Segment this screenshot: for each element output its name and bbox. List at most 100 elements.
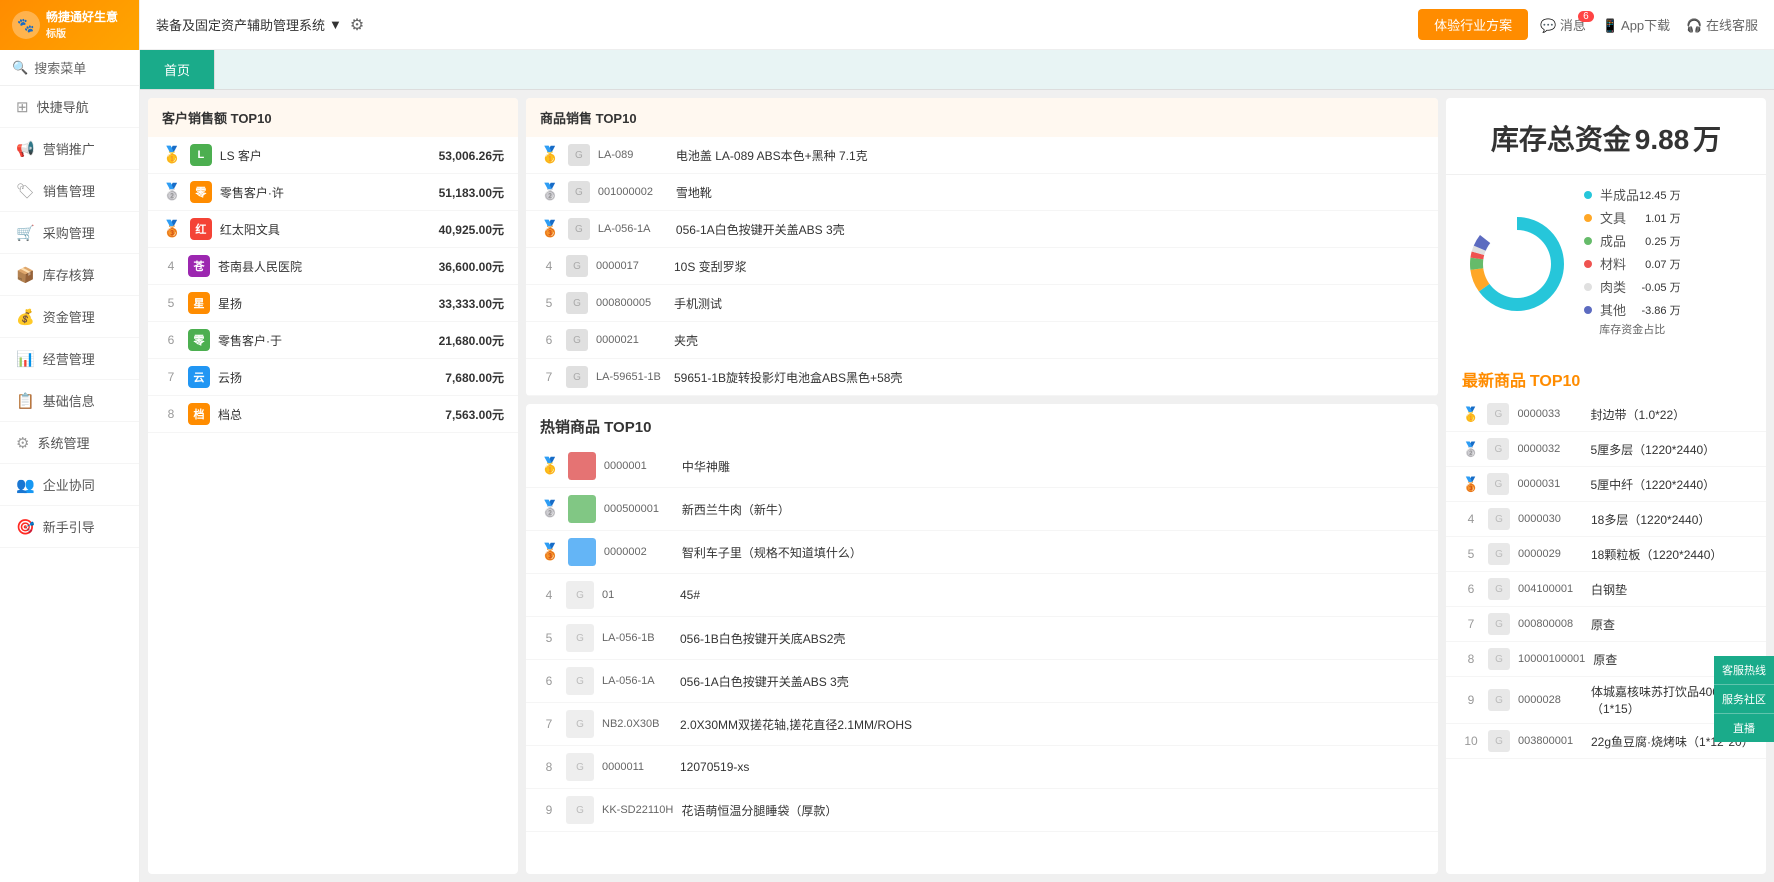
nav-label-8: 系统管理 — [37, 433, 89, 452]
new-prod-code: 10000100001 — [1518, 653, 1585, 665]
tab-home[interactable]: 首页 — [140, 50, 215, 89]
nav-icon-9: 👥 — [16, 476, 35, 494]
legend-text: 肉类 — [1600, 277, 1626, 296]
hot-item: 4 G 01 45# — [526, 574, 1438, 617]
hot-product-code: 01 — [602, 589, 672, 601]
float-btn-1[interactable]: 服务社区 — [1714, 685, 1774, 714]
new-products-top-label: TOP10 — [1530, 373, 1580, 390]
new-prod-name: 原查 — [1591, 616, 1750, 633]
sidebar-item-10[interactable]: 🎯新手引导 — [0, 506, 139, 548]
new-prod-image: G — [1488, 543, 1510, 565]
inventory-value: 9.88 — [1635, 124, 1690, 155]
online-service-label: 在线客服 — [1706, 18, 1758, 33]
product-name: 电池盖 LA-089 ABS本色+黑种 7.1克 — [676, 147, 1424, 164]
rank-num: 5 — [540, 631, 558, 645]
sidebar-item-7[interactable]: 📋基础信息 — [0, 380, 139, 422]
hot-product-code: KK-SD22110H — [602, 804, 673, 816]
ranking-item: 🥉 红 红太阳文具 40,925.00元 — [148, 211, 518, 248]
float-btn-0[interactable]: 客服热线 — [1714, 656, 1774, 685]
medal-icon: 🥇 — [162, 145, 182, 165]
new-prod-rank: 7 — [1462, 617, 1480, 631]
legend-value: 12.45 万 — [1639, 187, 1681, 203]
sidebar-item-8[interactable]: ⚙ 系统管理 — [0, 422, 139, 464]
search-label: 搜索菜单 — [34, 58, 86, 77]
settings-icon[interactable]: ⚙ — [350, 15, 364, 35]
product-code: 000800005 — [596, 297, 666, 309]
sidebar-item-5[interactable]: 💰资金管理 — [0, 296, 139, 338]
inventory-title: 库存总资金 — [1491, 124, 1631, 155]
legend-dot — [1584, 191, 1592, 199]
nav-icon-0: ⊞ — [16, 98, 29, 116]
legend-text: 成品 — [1600, 231, 1626, 250]
customer-badge: 零 — [188, 329, 210, 351]
product-thumbnail: G — [566, 796, 594, 824]
new-prod-name: 5厘中纤（1220*2440） — [1590, 476, 1750, 493]
product-name: 夹壳 — [674, 332, 1424, 349]
product-sales-list: 🥇 G LA-089 电池盖 LA-089 ABS本色+黑种 7.1克 🥈 G … — [526, 137, 1438, 396]
online-service[interactable]: 🎧 在线客服 — [1686, 15, 1758, 34]
medal-icon: 🥈 — [540, 499, 560, 519]
float-btn-2[interactable]: 直播 — [1714, 714, 1774, 742]
ranking-item: 4 苍 苍南县人民医院 36,600.00元 — [148, 248, 518, 285]
sidebar-item-1[interactable]: 📢营销推广 — [0, 128, 139, 170]
sidebar-item-4[interactable]: 📦库存核算 — [0, 254, 139, 296]
nav-icon-8: ⚙ — [16, 434, 29, 452]
sidebar-item-6[interactable]: 📊经营管理 — [0, 338, 139, 380]
legend-item: 其他 -3.86 万 — [1584, 298, 1681, 321]
sidebar-item-0[interactable]: ⊞快捷导航 — [0, 86, 139, 128]
middle-panel: 商品销售 TOP10 🥇 G LA-089 电池盖 LA-089 ABS本色+黑… — [526, 98, 1438, 874]
legend-text: 半成品 — [1600, 185, 1639, 204]
new-prod-name: 5厘多层（1220*2440） — [1590, 441, 1750, 458]
nav-label-9: 企业协同 — [43, 475, 95, 494]
headset-icon: 🎧 — [1686, 18, 1702, 33]
hot-product-name: 056-1A白色按键开关盖ABS 3壳 — [680, 673, 1424, 690]
hot-product-name: 2.0X30MM双搓花轴,搓花直径2.1MM/ROHS — [680, 716, 1424, 733]
search-menu[interactable]: 🔍 搜索菜单 — [0, 50, 139, 86]
nav-icon-4: 📦 — [16, 266, 35, 284]
new-prod-image: G — [1488, 689, 1510, 711]
rank-num: 6 — [540, 674, 558, 688]
new-products-header: 最新商品 TOP10 — [1446, 357, 1766, 397]
logo-icon: 🐾 — [12, 11, 40, 39]
sidebar-item-9[interactable]: 👥 企业协同 — [0, 464, 139, 506]
trial-button[interactable]: 体验行业方案 — [1418, 9, 1528, 40]
customer-ranking-header: 客户销售额 TOP10 — [148, 98, 518, 137]
hot-products-header: 热销商品 TOP10 — [526, 404, 1438, 445]
product-row: 🥇 G LA-089 电池盖 LA-089 ABS本色+黑种 7.1克 — [526, 137, 1438, 174]
product-row: 7 G LA-59651-1B 59651-1B旋转投影灯电池盒ABS黑色+58… — [526, 359, 1438, 396]
message-icon: 💬 — [1540, 18, 1556, 33]
topbar-actions: 💬 消息 6 📱 App下载 🎧 在线客服 — [1540, 15, 1758, 34]
hot-product-name: 12070519-xs — [680, 760, 1424, 774]
sidebar-item-3[interactable]: 🛒采购管理 — [0, 212, 139, 254]
legend-item: 半成品 12.45 万 — [1584, 183, 1681, 206]
content-area: 客户销售额 TOP10 🥇 L LS 客户 53,006.26元 🥈 零 零售客… — [140, 90, 1774, 882]
product-row: 5 G 000800005 手机测试 — [526, 285, 1438, 322]
legend-value: 0.25 万 — [1645, 233, 1680, 249]
new-prod-image: G — [1487, 438, 1509, 460]
chart-area: 半成品 12.45 万 文具 1.01 万 成品 0.25 万 材料 0.07 … — [1446, 175, 1766, 357]
hot-item: 6 G LA-056-1A 056-1A白色按键开关盖ABS 3壳 — [526, 660, 1438, 703]
topbar: 装备及固定资产辅助管理系统 ▼ ⚙ 体验行业方案 💬 消息 6 📱 App下载 … — [140, 0, 1774, 50]
product-thumbnail: G — [566, 624, 594, 652]
app-download[interactable]: 📱 App下载 — [1602, 15, 1670, 34]
new-prod-rank: 5 — [1462, 547, 1480, 561]
hot-product-name: 新西兰牛肉（新牛） — [682, 501, 1424, 518]
message-badge[interactable]: 💬 消息 6 — [1540, 15, 1586, 34]
sidebar-item-2[interactable]: 🏷销售管理 — [0, 170, 139, 212]
new-products-section: 最新商品 TOP10 🥇 G 0000033 封边带（1.0*22） 🥈 G 0… — [1446, 357, 1766, 874]
new-prod-code: 0000029 — [1518, 548, 1583, 560]
hot-item: 🥇 0000001 中华神雕 — [526, 445, 1438, 488]
product-row: 🥈 G 001000002 雪地靴 — [526, 174, 1438, 211]
legend-text: 其他 — [1600, 300, 1626, 319]
inventory-total: 库存总资金 9.88 万 — [1462, 110, 1750, 162]
nav-icon-5: 💰 — [16, 308, 35, 326]
hot-item: 🥈 000500001 新西兰牛肉（新牛） — [526, 488, 1438, 531]
system-selector[interactable]: 装备及固定资产辅助管理系统 ▼ — [156, 15, 342, 34]
customer-ranking-panel: 客户销售额 TOP10 🥇 L LS 客户 53,006.26元 🥈 零 零售客… — [148, 98, 518, 874]
legend-item: 肉类 -0.05 万 — [1584, 275, 1681, 298]
new-prod-code: 0000033 — [1517, 408, 1582, 420]
legend-dot — [1584, 283, 1592, 291]
customer-ranking-title: 客户销售额 TOP10 — [162, 108, 272, 127]
medal-icon: 🥇 — [1462, 406, 1479, 423]
rank-num: 7 — [540, 717, 558, 731]
